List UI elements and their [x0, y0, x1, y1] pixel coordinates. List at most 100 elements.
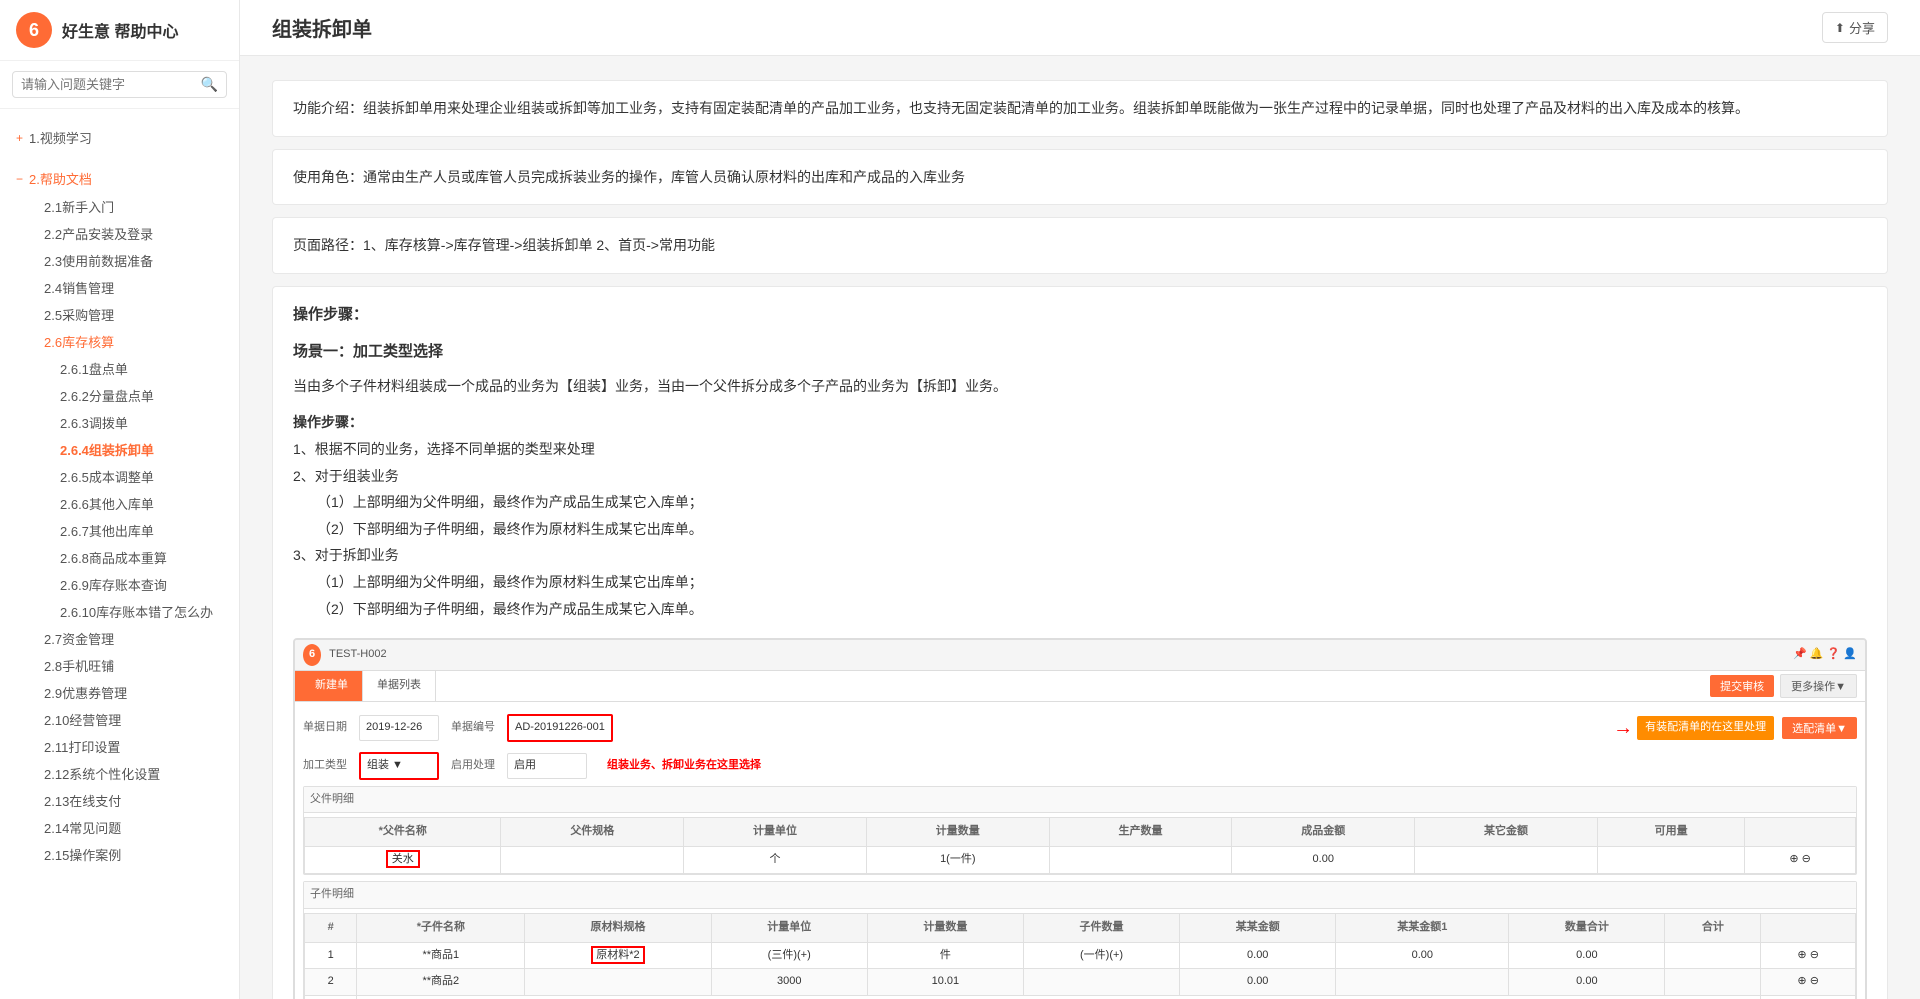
sidebar-item-262[interactable]: 2.6.2分量盘点单 — [60, 382, 223, 409]
sim-type-label: 加工类型 — [303, 756, 347, 776]
sim-th-1-6: 成品金额 — [1232, 818, 1415, 847]
step1: 1、根据不同的业务，选择不同单据的类型来处理 — [293, 436, 1867, 463]
nav-sub-label-22: 2.2产品安装及登录 — [44, 224, 153, 243]
sim-th-2-10 — [1761, 913, 1856, 942]
sim-btn-more[interactable]: 更多操作▼ — [1780, 674, 1857, 698]
sidebar-item-213[interactable]: 2.13在线支付 — [44, 787, 223, 814]
sidebar-item-214[interactable]: 2.14常见问题 — [44, 814, 223, 841]
share-icon: ⬆ — [1835, 21, 1845, 35]
sim-date-input[interactable]: 2019-12-26 — [359, 715, 439, 741]
sidebar-item-25[interactable]: 2.5采购管理 — [44, 301, 223, 328]
app-title: 好生意 帮助中心 — [62, 18, 178, 42]
sim-type-select[interactable]: 组装 ▼ — [359, 752, 439, 780]
sim-enabled-input[interactable]: 启用 — [507, 753, 587, 779]
sim-th-2-7: 某某金额1 — [1336, 913, 1509, 942]
nav-sub-label-210: 2.10经营管理 — [44, 710, 121, 729]
search-input[interactable] — [21, 77, 201, 92]
sidebar-item-269[interactable]: 2.6.9库存账本查询 — [60, 571, 223, 598]
sim-td-r1-4: 件 — [867, 942, 1023, 969]
sidebar-label-docs: 2.帮助文档 — [29, 169, 92, 188]
sidebar-item-211[interactable]: 2.11打印设置 — [44, 733, 223, 760]
nav-sub-label-28: 2.8手机旺铺 — [44, 656, 114, 675]
sim-logo: 6 — [303, 644, 321, 666]
search-input-wrap[interactable]: 🔍 — [12, 71, 227, 98]
share-button[interactable]: ⬆ 分享 — [1822, 12, 1888, 43]
sim-td-r2-0: 2 — [305, 969, 357, 996]
sidebar-item-27[interactable]: 2.7资金管理 — [44, 625, 223, 652]
sim-td-r2-7 — [1336, 969, 1509, 996]
nav-sub-label-261: 2.6.1盘点单 — [60, 359, 128, 378]
sidebar-item-2610[interactable]: 2.6.10库存账本错了怎么办 — [60, 598, 223, 625]
sidebar: 6 好生意 帮助中心 🔍 1.视频学习 2.帮助文档 2.1新手入门 2.2产品… — [0, 0, 240, 999]
sidebar-item-210[interactable]: 2.10经营管理 — [44, 706, 223, 733]
sidebar-item-22[interactable]: 2.2产品安装及登录 — [44, 220, 223, 247]
sidebar-item-26[interactable]: 2.6库存核算 — [44, 328, 223, 355]
expand-icon-video — [16, 131, 23, 145]
sidebar-item-263[interactable]: 2.6.3调拨单 — [60, 409, 223, 436]
step2-1: （1）上部明细为父件明细，最终作为产成品生成某它入库单； — [293, 489, 1867, 516]
sim-btn-approve[interactable]: 提交审核 — [1710, 675, 1774, 697]
nav-sub-label-212: 2.12系统个性化设置 — [44, 764, 160, 783]
sim-th-2-6: 某某金额 — [1180, 913, 1336, 942]
nav-sub-label-21: 2.1新手入门 — [44, 197, 114, 216]
sidebar-item-29[interactable]: 2.9优惠券管理 — [44, 679, 223, 706]
sidebar-item-video[interactable]: 1.视频学习 — [16, 123, 223, 152]
sim-date-label: 单据日期 — [303, 718, 347, 738]
sim-th-1-3: 计量单位 — [684, 818, 867, 847]
sidebar-item-267[interactable]: 2.6.7其他出库单 — [60, 517, 223, 544]
sim-td-r2-1: **商品2 — [357, 969, 525, 996]
sim-td-1-8 — [1597, 847, 1744, 874]
topbar: 组装拆卸单 ⬆ 分享 — [240, 0, 1920, 56]
sim-th-2-1: *子件名称 — [357, 913, 525, 942]
search-box: 🔍 — [0, 61, 239, 109]
sim-td-r1-8: 0.00 — [1509, 942, 1665, 969]
sim-td-r1-7: 0.00 — [1336, 942, 1509, 969]
nav-sub-label-269: 2.6.9库存账本查询 — [60, 575, 167, 594]
path-block: 页面路径：1、库存核算->库存管理->组装拆卸单 2、首页->常用功能 — [272, 217, 1888, 274]
sidebar-item-28[interactable]: 2.8手机旺铺 — [44, 652, 223, 679]
sim-td-r1-10: ⊕ ⊖ — [1761, 942, 1856, 969]
sim-tab-list[interactable]: 单据列表 — [363, 671, 436, 701]
table-row: 2 **商品2 3000 10.01 0.00 0.00 — [305, 969, 1856, 996]
sim-td-r2-10: ⊕ ⊖ — [1761, 969, 1856, 996]
nav-sub-label-214: 2.14常见问题 — [44, 818, 121, 837]
sim-form-body: 单据日期 2019-12-26 单据编号 AD-20191226-001 → 有… — [295, 702, 1865, 999]
sidebar-item-212[interactable]: 2.12系统个性化设置 — [44, 760, 223, 787]
sim-form-row1: 单据日期 2019-12-26 单据编号 AD-20191226-001 → 有… — [303, 710, 1857, 746]
sim-btn-select[interactable]: 选配清单▼ — [1782, 717, 1857, 739]
sim-td-1-5 — [1049, 847, 1232, 874]
sim-td-r1-3: (三件)(+) — [711, 942, 867, 969]
sidebar-item-268[interactable]: 2.6.8商品成本重算 — [60, 544, 223, 571]
sidebar-item-266[interactable]: 2.6.6其他入库单 — [60, 490, 223, 517]
nav-sub-label-268: 2.6.8商品成本重算 — [60, 548, 167, 567]
nav-sub-label-213: 2.13在线支付 — [44, 791, 121, 810]
scene1-title: 场景一：加工类型选择 — [293, 338, 1867, 365]
sidebar-item-24[interactable]: 2.4销售管理 — [44, 274, 223, 301]
logo-icon: 6 — [16, 12, 52, 48]
sidebar-item-265[interactable]: 2.6.5成本调整单 — [60, 463, 223, 490]
nav-sub-label-264: 2.6.4组装拆卸单 — [60, 440, 154, 459]
sim-td-r1-2: 原材料*2 — [525, 942, 711, 969]
sim-td-r2-8: 0.00 — [1509, 969, 1665, 996]
sim-tab-new[interactable]: 新建单 — [301, 671, 363, 701]
sim-td-r1-5: (一件)(+) — [1023, 942, 1179, 969]
nav-sub-label-262: 2.6.2分量盘点单 — [60, 386, 154, 405]
sidebar-item-264[interactable]: 2.6.4组装拆卸单 — [60, 436, 223, 463]
sidebar-item-261[interactable]: 2.6.1盘点单 — [60, 355, 223, 382]
sim-th-1-1: *父件名称 — [305, 818, 501, 847]
sim-td-r1-6: 0.00 — [1180, 942, 1336, 969]
nav-sub-label-265: 2.6.5成本调整单 — [60, 467, 154, 486]
sim-td-r2-2 — [525, 969, 711, 996]
nav-sub-label-25: 2.5采购管理 — [44, 305, 114, 324]
path-text: 页面路径：1、库存核算->库存管理->组装拆卸单 2、首页->常用功能 — [293, 237, 715, 253]
search-icon[interactable]: 🔍 — [201, 76, 218, 93]
sim-code-input[interactable]: AD-20191226-001 — [507, 714, 613, 742]
nav-sub-label-215: 2.15操作案例 — [44, 845, 121, 864]
sidebar-item-docs[interactable]: 2.帮助文档 — [16, 164, 223, 193]
sidebar-item-215[interactable]: 2.15操作案例 — [44, 841, 223, 868]
sim-th-2-4: 计量数量 — [867, 913, 1023, 942]
sidebar-item-23[interactable]: 2.3使用前数据准备 — [44, 247, 223, 274]
sim-td-r1-9 — [1665, 942, 1761, 969]
sim-th-1-7: 某它金额 — [1415, 818, 1598, 847]
sidebar-item-21[interactable]: 2.1新手入门 — [44, 193, 223, 220]
